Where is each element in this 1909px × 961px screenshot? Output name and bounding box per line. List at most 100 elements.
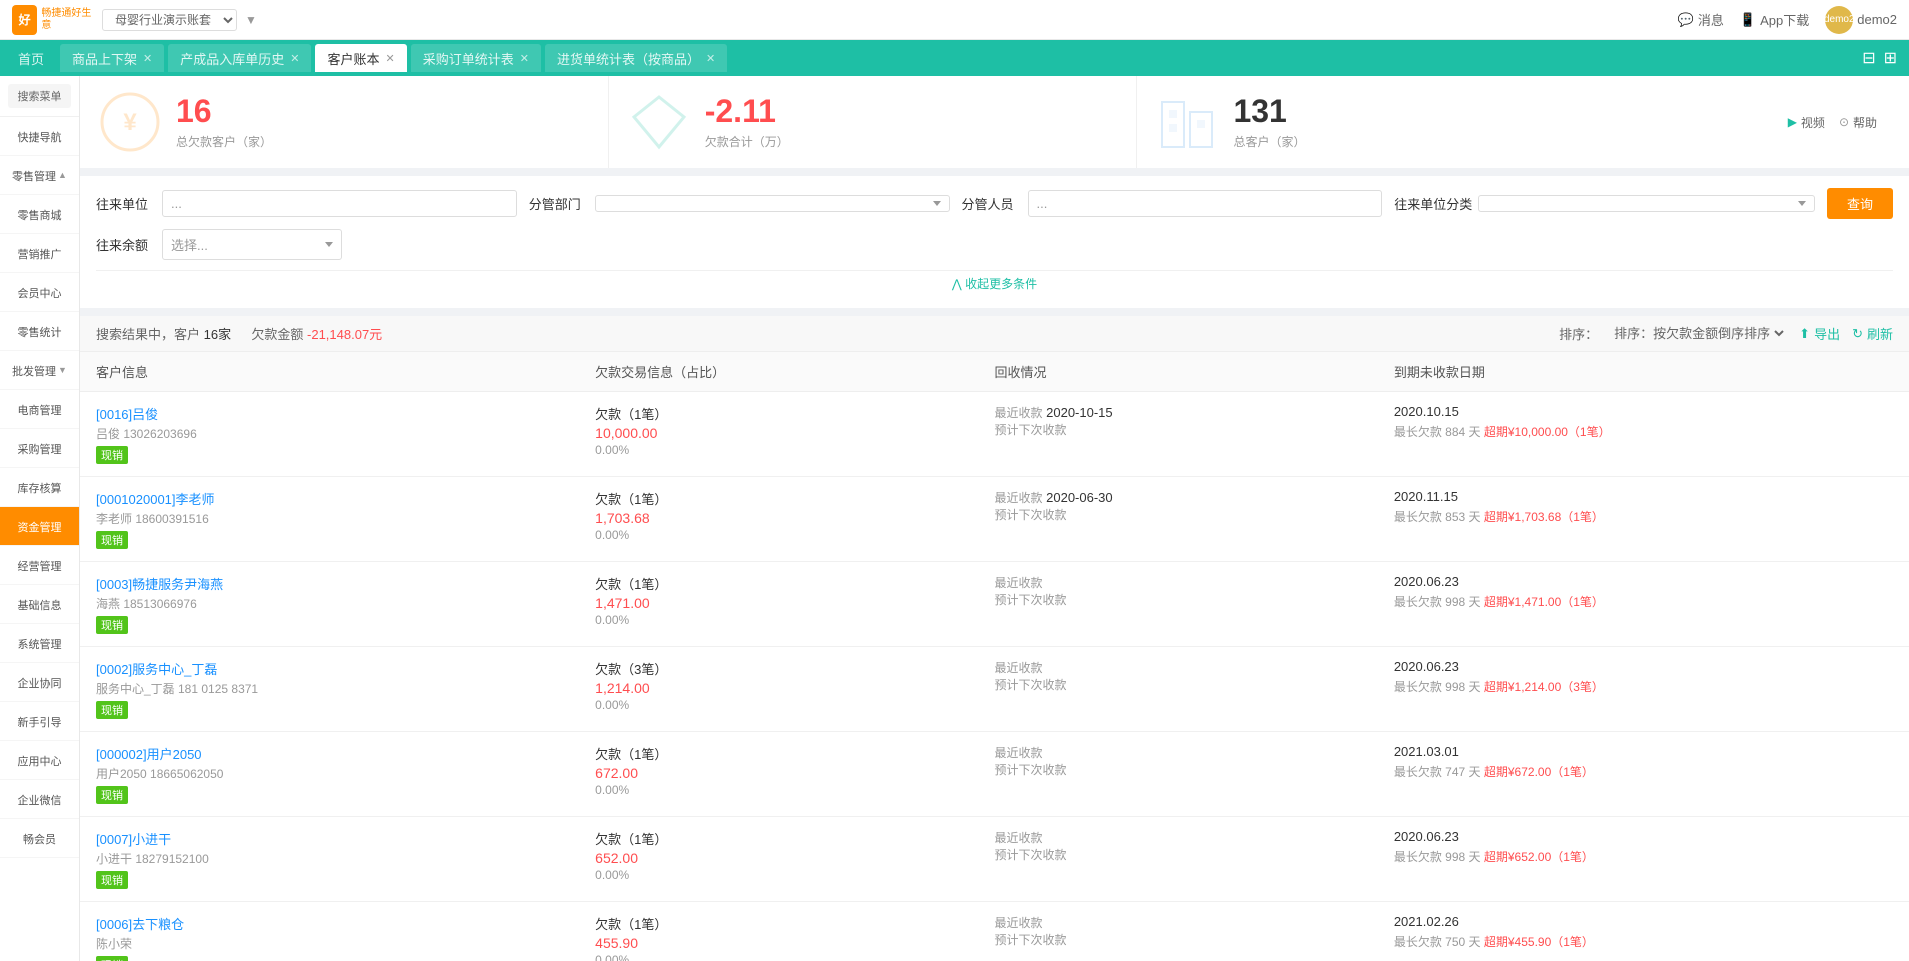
- search-menu-btn[interactable]: 搜索菜单: [8, 84, 71, 108]
- collapse-filter-btn[interactable]: ⋀ 收起更多条件: [96, 270, 1893, 296]
- cell-overdue-3: 2020.06.23 最长欠款 998 天 超期¥1,214.00（3笔）: [1394, 659, 1893, 695]
- category-select[interactable]: [1478, 195, 1815, 212]
- customer-tag-1: 现销: [96, 531, 128, 549]
- dept-select[interactable]: [595, 195, 950, 212]
- sidebar-item-batch-mgmt[interactable]: 批发管理 ▼: [0, 351, 79, 390]
- cell-recovery-0: 最近收款 2020-10-15 预计下次收款: [995, 404, 1394, 438]
- sidebar-item-quick-nav[interactable]: 快捷导航: [0, 117, 79, 156]
- sort-select[interactable]: 排序：按欠款金额倒序排序: [1610, 325, 1787, 342]
- overdue-link-2[interactable]: 超期¥1,471.00（1笔）: [1484, 595, 1604, 609]
- sidebar-search-area: 搜索菜单: [0, 76, 79, 117]
- overdue-link-6[interactable]: 超期¥455.90（1笔）: [1484, 935, 1594, 949]
- customer-name-0[interactable]: [0016]吕俊: [96, 404, 595, 423]
- tab-product-offline[interactable]: 商品上下架 ✕: [60, 44, 164, 72]
- sidebar-item-enterprise-wx[interactable]: 企业微信: [0, 780, 79, 819]
- sidebar-item-finance[interactable]: 资金管理: [0, 507, 79, 546]
- tab-close-purchase-summary[interactable]: ✕: [520, 52, 529, 65]
- cell-overdue-6: 2021.02.26 最长欠款 750 天 超期¥455.90（1笔）: [1394, 914, 1893, 950]
- tab-collapse-btn[interactable]: ⊟: [1862, 48, 1875, 68]
- logo-icon: 好: [12, 5, 37, 35]
- video-btn[interactable]: ▶ 视频: [1788, 114, 1825, 131]
- refresh-btn[interactable]: ↻ 刷新: [1852, 324, 1893, 343]
- result-actions: 排序： 排序：按欠款金额倒序排序 ⬆ 导出 ↻ 刷新: [1559, 324, 1893, 343]
- sidebar-item-app-center[interactable]: 应用中心: [0, 741, 79, 780]
- export-btn[interactable]: ⬆ 导出: [1799, 324, 1840, 343]
- tab-expand-btn[interactable]: ⊞: [1884, 48, 1897, 68]
- overdue-link-0[interactable]: 超期¥10,000.00（1笔）: [1484, 425, 1611, 439]
- sidebar-item-inventory[interactable]: 库存核算: [0, 468, 79, 507]
- customer-tag-0: 现销: [96, 446, 128, 464]
- sidebar-item-newbie[interactable]: 新手引导: [0, 702, 79, 741]
- filter-row-1: 往来单位 ... 分管部门 分管人员 ...: [96, 188, 1893, 219]
- person-input[interactable]: ...: [1028, 190, 1383, 217]
- category-chevron-icon: [1798, 201, 1806, 206]
- stat-icon-yuan: ¥: [100, 92, 160, 152]
- tab-close-purchase-stat[interactable]: ✕: [706, 52, 715, 65]
- balance-select[interactable]: 选择...: [162, 229, 342, 260]
- help-btn[interactable]: ⊙ 帮助: [1839, 114, 1877, 131]
- tab-close-product-offline[interactable]: ✕: [143, 52, 152, 65]
- collapse-icon: ⋀: [952, 277, 965, 291]
- customer-tag-2: 现销: [96, 616, 128, 634]
- sidebar-item-purchase-mgmt[interactable]: 采购管理: [0, 429, 79, 468]
- filter-customer: 往来单位 ...: [96, 190, 517, 217]
- sidebar-item-enterprise[interactable]: 企业协同: [0, 663, 79, 702]
- filter-row-2: 往来余额 选择...: [96, 229, 1893, 260]
- svg-text:¥: ¥: [123, 109, 137, 136]
- sidebar-item-retail-store[interactable]: 零售商城: [0, 195, 79, 234]
- table-row: [0016]吕俊 吕俊 13026203696 现销 欠款（1笔） 10,000…: [80, 392, 1909, 477]
- cell-customer-6: [0006]去下粮仓 陈小荣 现销: [96, 914, 595, 961]
- cell-overdue-4: 2021.03.01 最长欠款 747 天 超期¥672.00（1笔）: [1394, 744, 1893, 780]
- industry-select[interactable]: 母婴行业演示账套: [102, 9, 237, 31]
- sidebar-item-retail-stats[interactable]: 零售统计: [0, 312, 79, 351]
- help-icon: ⊙: [1839, 115, 1849, 129]
- app-download-btn[interactable]: 📱 App下载: [1740, 10, 1809, 29]
- tab-bar: 首页 商品上下架 ✕ 产成品入库单历史 ✕ 客户账本 ✕ 采购订单统计表 ✕ 进…: [0, 40, 1909, 76]
- customer-name-3[interactable]: [0002]服务中心_丁磊: [96, 659, 595, 678]
- stat-card-amount: -2.11 欠款合计（万）: [609, 76, 1138, 168]
- customer-contact-0: 吕俊 13026203696: [96, 425, 595, 442]
- customer-name-2[interactable]: [0003]畅捷服务尹海燕: [96, 574, 595, 593]
- overdue-link-3[interactable]: 超期¥1,214.00（3笔）: [1484, 680, 1604, 694]
- cell-recovery-6: 最近收款 预计下次收款: [995, 914, 1394, 948]
- tab-close-production-history[interactable]: ✕: [290, 52, 299, 65]
- cell-overdue-2: 2020.06.23 最长欠款 998 天 超期¥1,471.00（1笔）: [1394, 574, 1893, 610]
- filter-person: 分管人员 ...: [962, 190, 1383, 217]
- sidebar-item-member-vip[interactable]: 畅会员: [0, 819, 79, 858]
- sidebar-item-sys-mgmt[interactable]: 系统管理: [0, 624, 79, 663]
- cell-overdue-5: 2020.06.23 最长欠款 998 天 超期¥652.00（1笔）: [1394, 829, 1893, 865]
- customer-tag-3: 现销: [96, 701, 128, 719]
- tab-purchase-stat[interactable]: 进货单统计表（按商品） ✕: [545, 44, 727, 72]
- filter-balance: 往来余额 选择...: [96, 229, 1893, 260]
- content-area: ¥ 16 总欠款客户（家） -2.11 欠款合计（万）: [80, 76, 1909, 961]
- logo-area: 好 畅捷通好生意: [12, 5, 92, 35]
- result-bar: 搜索结果中，客户 16家 欠款金额 -21,148.07元 排序： 排序：按欠款…: [80, 316, 1909, 352]
- balance-chevron-icon: [325, 242, 333, 247]
- cell-debt-4: 欠款（1笔） 672.00 0.00%: [595, 744, 994, 797]
- overdue-link-5[interactable]: 超期¥652.00（1笔）: [1484, 850, 1594, 864]
- overdue-link-1[interactable]: 超期¥1,703.68（1笔）: [1484, 510, 1604, 524]
- sidebar-item-retail-mgmt[interactable]: 零售管理 ▲: [0, 156, 79, 195]
- user-avatar-btn[interactable]: demo2 demo2: [1825, 6, 1897, 34]
- overdue-link-4[interactable]: 超期¥672.00（1笔）: [1484, 765, 1594, 779]
- customer-name-1[interactable]: [0001020001]李老师: [96, 489, 595, 508]
- customer-name-5[interactable]: [0007]小进干: [96, 829, 595, 848]
- search-button[interactable]: 查询: [1827, 188, 1893, 219]
- message-btn[interactable]: 💬 消息: [1678, 10, 1724, 29]
- sidebar-item-biz-mgmt[interactable]: 经营管理: [0, 546, 79, 585]
- video-icon: ▶: [1788, 115, 1797, 129]
- customer-input[interactable]: ...: [162, 190, 517, 217]
- tab-customer-account[interactable]: 客户账本 ✕: [315, 44, 406, 72]
- tab-home[interactable]: 首页: [6, 44, 56, 72]
- tab-production-history[interactable]: 产成品入库单历史 ✕: [168, 44, 311, 72]
- sidebar-item-basic-info[interactable]: 基础信息: [0, 585, 79, 624]
- customer-name-4[interactable]: [000002]用户2050: [96, 744, 595, 763]
- sidebar-item-marketing[interactable]: 营销推广: [0, 234, 79, 273]
- sidebar-item-ecommerce[interactable]: 电商管理: [0, 390, 79, 429]
- customer-contact-6: 陈小荣: [96, 935, 595, 952]
- col-debt-header: 欠款交易信息（占比）: [595, 362, 994, 381]
- tab-close-customer-account[interactable]: ✕: [386, 52, 395, 65]
- tab-purchase-summary[interactable]: 采购订单统计表 ✕: [411, 44, 541, 72]
- customer-name-6[interactable]: [0006]去下粮仓: [96, 914, 595, 933]
- sidebar-item-member-center[interactable]: 会员中心: [0, 273, 79, 312]
